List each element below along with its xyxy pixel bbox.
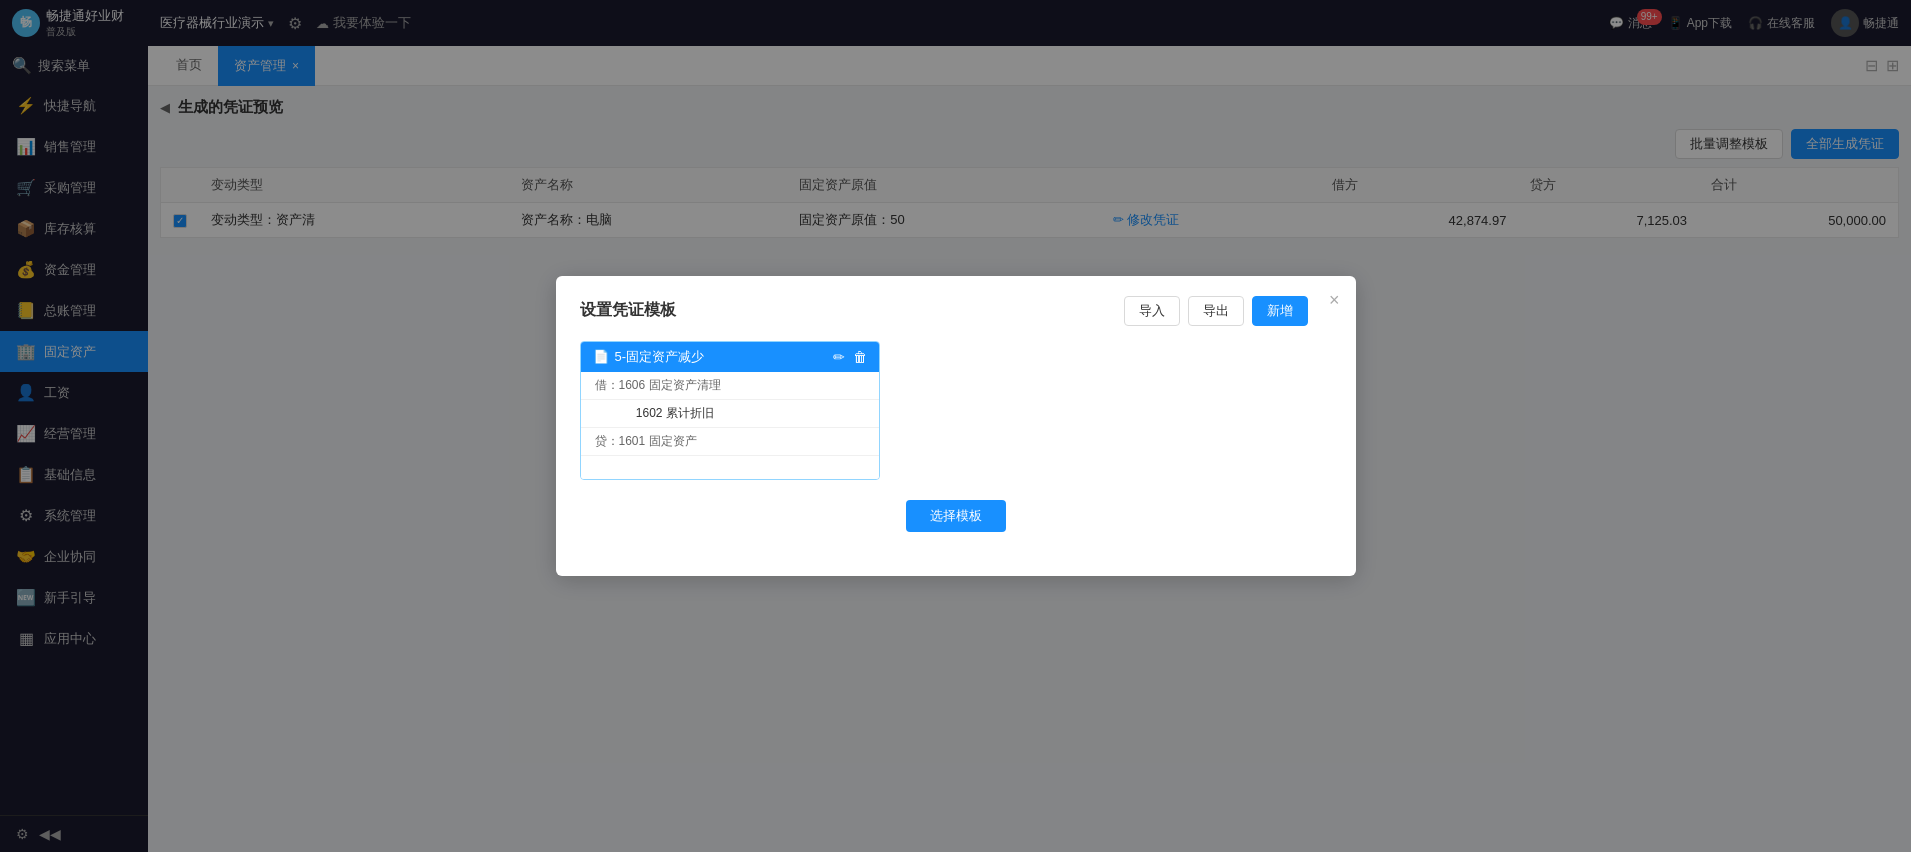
- modal-close-button[interactable]: ×: [1329, 290, 1340, 311]
- debit-value-2: [816, 399, 847, 427]
- modal-overlay[interactable]: × 设置凭证模板 导入 导出 新增 📄 5-固定资产减少 ✏ 🗑: [0, 0, 1911, 852]
- template-row-empty: [581, 455, 879, 479]
- credit-label-1: 贷：1601 固定资产: [581, 427, 816, 455]
- template-body: 借：1606 固定资产清理 1602 累计折旧 贷：1601 固定资产: [581, 372, 879, 480]
- template-card: 📄 5-固定资产减少 ✏ 🗑 借：1606 固定资产清理: [580, 341, 880, 481]
- template-doc-icon: 📄: [593, 349, 609, 364]
- select-template-button[interactable]: 选择模板: [906, 500, 1006, 532]
- empty-row-1: [581, 455, 816, 479]
- template-header-actions: ✏ 🗑: [833, 349, 867, 365]
- template-delete-icon[interactable]: 🗑: [853, 349, 867, 365]
- template-name: 5-固定资产减少: [615, 348, 705, 366]
- debit-value-1: [816, 372, 847, 400]
- debit-empty-2: [847, 399, 878, 427]
- template-table: 借：1606 固定资产清理 1602 累计折旧 贷：1601 固定资产: [581, 372, 879, 480]
- template-row-1: 借：1606 固定资产清理: [581, 372, 879, 400]
- template-row-2: 1602 累计折旧: [581, 399, 879, 427]
- debit-label-1: 借：1606 固定资产清理: [581, 372, 816, 400]
- template-header: 📄 5-固定资产减少 ✏ 🗑: [581, 342, 879, 372]
- template-edit-icon[interactable]: ✏: [833, 349, 845, 365]
- template-row-3: 贷：1601 固定资产: [581, 427, 879, 455]
- empty-row-2: [816, 455, 847, 479]
- import-button[interactable]: 导入: [1124, 296, 1180, 326]
- modal: × 设置凭证模板 导入 导出 新增 📄 5-固定资产减少 ✏ 🗑: [556, 276, 1356, 577]
- credit-value-1: [816, 427, 847, 455]
- template-header-left: 📄 5-固定资产减少: [593, 348, 705, 366]
- new-template-button[interactable]: 新增: [1252, 296, 1308, 326]
- debit-empty-1: [847, 372, 878, 400]
- empty-row-3: [847, 455, 878, 479]
- export-button[interactable]: 导出: [1188, 296, 1244, 326]
- credit-empty-1: [847, 427, 878, 455]
- debit-label-2: 1602 累计折旧: [581, 399, 816, 427]
- modal-toolbar: 导入 导出 新增: [1124, 296, 1308, 326]
